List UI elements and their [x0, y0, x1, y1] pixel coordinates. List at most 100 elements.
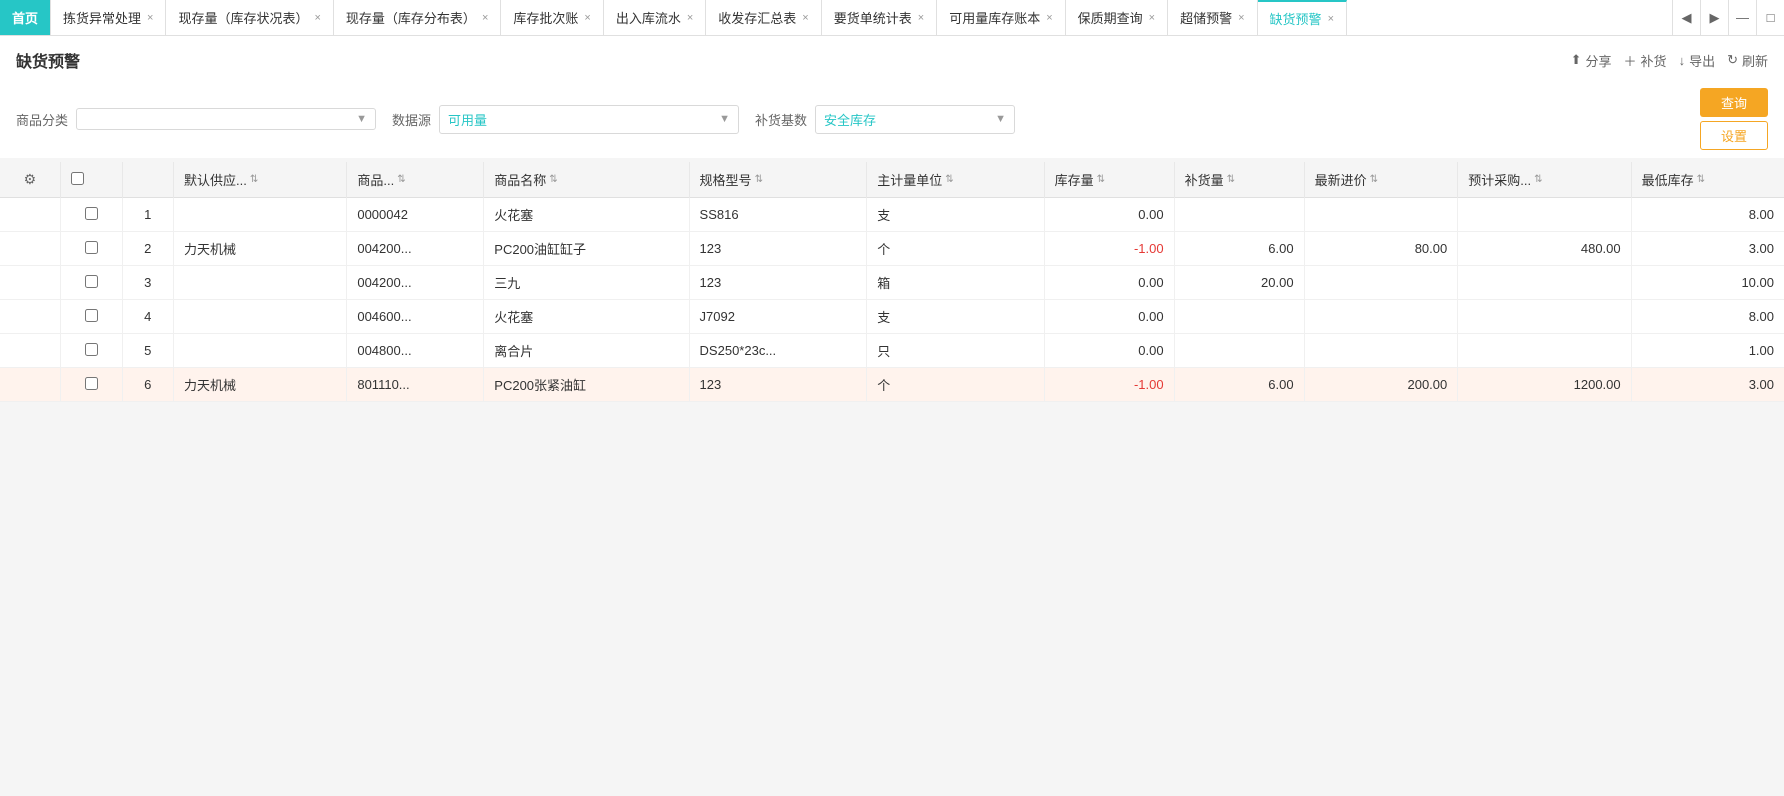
column-spec: 规格型号 ⇅ [689, 162, 867, 198]
replenish-qty-sort[interactable]: 补货量 ⇅ [1185, 170, 1294, 189]
row-replenish-qty: 6.00 [1174, 368, 1304, 402]
row-spec: 123 [689, 368, 867, 402]
tab-close-icon[interactable]: × [1328, 13, 1334, 25]
row-stock: 0.00 [1044, 300, 1174, 334]
category-select[interactable]: ▼ [76, 108, 376, 130]
row-checkbox[interactable] [85, 275, 98, 288]
row-min-stock: 8.00 [1631, 198, 1784, 232]
row-stock: 0.00 [1044, 266, 1174, 300]
tab-close-icon[interactable]: × [482, 12, 488, 24]
row-spec: 123 [689, 232, 867, 266]
tab-close-icon[interactable]: × [314, 12, 320, 24]
tab-close-icon[interactable]: × [918, 12, 924, 24]
tab-minimize-btn[interactable]: — [1728, 0, 1756, 36]
tab-defect-handling[interactable]: 拣货异常处理 × [51, 0, 166, 36]
row-spec: 123 [689, 266, 867, 300]
column-unit: 主计量单位 ⇅ [867, 162, 1044, 198]
column-row-num [122, 162, 173, 198]
row-supplier [173, 266, 346, 300]
tab-inventory-dist[interactable]: 现存量（库存分布表） × [334, 0, 501, 36]
row-estimated-purchase [1458, 198, 1631, 232]
table-row: 2 力天机械 004200... PC200油缸缸子 123 个 -1.00 6… [0, 232, 1784, 266]
header-actions: ⬆ 分享 ＋ 补货 ↓ 导出 ↻ 刷新 [1571, 51, 1768, 70]
row-stock: 0.00 [1044, 334, 1174, 368]
replenish-base-select[interactable]: 安全库存 ▼ [815, 105, 1015, 134]
row-estimated-purchase: 480.00 [1458, 232, 1631, 266]
supplier-sort[interactable]: 默认供应... ⇅ [184, 170, 336, 189]
tab-prev-btn[interactable]: ◀ [1672, 0, 1700, 36]
export-btn[interactable]: ↓ 导出 [1679, 51, 1716, 70]
export-icon: ↓ [1679, 53, 1686, 68]
row-product-name: PC200张紧油缸 [484, 368, 689, 402]
table-row: 3 004200... 三九 123 箱 0.00 20.00 10.00 [0, 266, 1784, 300]
row-checkbox[interactable] [85, 241, 98, 254]
row-product-name: 离合片 [484, 334, 689, 368]
gear-icon[interactable]: ⚙ [24, 171, 37, 187]
tab-close-icon[interactable]: × [1046, 12, 1052, 24]
tab-label: 拣货异常处理 [63, 8, 141, 27]
row-number: 5 [122, 334, 173, 368]
replenish-btn[interactable]: ＋ 补货 [1624, 51, 1667, 70]
export-label: 导出 [1689, 51, 1715, 70]
tab-close-icon[interactable]: × [1238, 12, 1244, 24]
row-supplier: 力天机械 [173, 368, 346, 402]
name-sort[interactable]: 商品名称 ⇅ [494, 170, 678, 189]
row-checkbox[interactable] [85, 343, 98, 356]
price-sort[interactable]: 最新进价 ⇅ [1315, 170, 1448, 189]
row-supplier: 力天机械 [173, 232, 346, 266]
select-all-checkbox[interactable] [71, 172, 84, 185]
row-latest-price [1304, 300, 1458, 334]
sort-icon: ⇅ [1370, 174, 1378, 185]
tab-order-stats[interactable]: 要货单统计表 × [822, 0, 937, 36]
filter-area: 商品分类 ▼ 数据源 可用量 ▼ 补货基数 安全库存 ▼ 查询 设置 [0, 80, 1784, 158]
row-replenish-qty [1174, 198, 1304, 232]
refresh-btn[interactable]: ↻ 刷新 [1727, 51, 1768, 70]
tab-home[interactable]: 首页 [0, 0, 51, 36]
spec-sort[interactable]: 规格型号 ⇅ [700, 170, 857, 189]
row-gear-cell [0, 266, 60, 300]
datasource-select[interactable]: 可用量 ▼ [439, 105, 739, 134]
tab-close-icon[interactable]: × [802, 12, 808, 24]
tab-close-icon[interactable]: × [147, 12, 153, 24]
tab-shortage-warning[interactable]: 缺货预警 × [1258, 0, 1347, 36]
unit-sort[interactable]: 主计量单位 ⇅ [877, 170, 1033, 189]
row-checkbox[interactable] [85, 207, 98, 220]
tab-inventory-status[interactable]: 现存量（库存状况表） × [166, 0, 333, 36]
row-unit: 只 [867, 334, 1044, 368]
tab-receive-summary[interactable]: 收发存汇总表 × [706, 0, 821, 36]
tab-maximize-btn[interactable]: □ [1756, 0, 1784, 36]
replenish-base-label: 补货基数 [755, 110, 807, 129]
tab-label: 要货单统计表 [834, 8, 912, 27]
row-checkbox[interactable] [85, 377, 98, 390]
category-chevron-icon: ▼ [356, 113, 367, 125]
row-estimated-purchase [1458, 300, 1631, 334]
code-sort[interactable]: 商品... ⇅ [357, 170, 473, 189]
row-checkbox[interactable] [85, 309, 98, 322]
row-product-name: PC200油缸缸子 [484, 232, 689, 266]
share-btn[interactable]: ⬆ 分享 [1571, 51, 1612, 70]
tab-close-icon[interactable]: × [584, 12, 590, 24]
row-unit: 支 [867, 198, 1044, 232]
sort-icon: ⇅ [755, 174, 763, 185]
row-product-code: 004600... [347, 300, 484, 334]
tab-close-icon[interactable]: × [1149, 12, 1155, 24]
row-latest-price [1304, 334, 1458, 368]
tab-overstock-warning[interactable]: 超储预警 × [1168, 0, 1257, 36]
stock-sort[interactable]: 库存量 ⇅ [1055, 170, 1164, 189]
tab-in-out-flow[interactable]: 出入库流水 × [604, 0, 706, 36]
query-button[interactable]: 查询 [1700, 88, 1768, 117]
tab-next-btn[interactable]: ▶ [1700, 0, 1728, 36]
row-min-stock: 8.00 [1631, 300, 1784, 334]
row-supplier [173, 198, 346, 232]
page-title: 缺货预警 [16, 48, 80, 72]
min-stock-sort[interactable]: 最低库存 ⇅ [1642, 170, 1774, 189]
tab-available-ledger[interactable]: 可用量库存账本 × [937, 0, 1065, 36]
tab-expiry-query[interactable]: 保质期查询 × [1066, 0, 1168, 36]
row-supplier [173, 300, 346, 334]
row-min-stock: 3.00 [1631, 368, 1784, 402]
share-label: 分享 [1586, 51, 1612, 70]
tab-batch-account[interactable]: 库存批次账 × [501, 0, 603, 36]
settings-button[interactable]: 设置 [1700, 121, 1768, 150]
estimated-sort[interactable]: 预计采购... ⇅ [1468, 170, 1620, 189]
tab-close-icon[interactable]: × [687, 12, 693, 24]
